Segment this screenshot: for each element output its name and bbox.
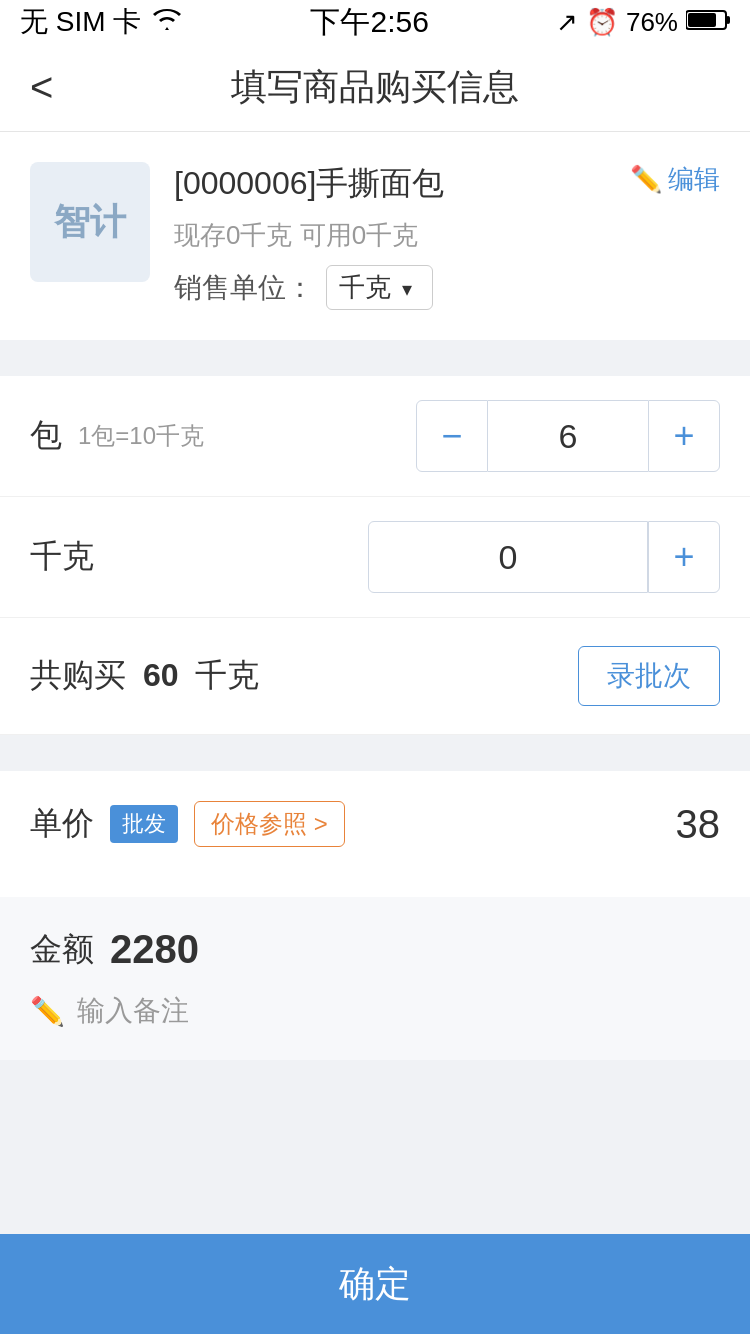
- battery-icon: [686, 7, 730, 38]
- price-row: 单价 批发 价格参照 > 38: [30, 801, 720, 847]
- divider-1: [0, 360, 750, 376]
- package-label: 包 1包=10千克: [30, 414, 204, 458]
- pencil-icon: ✏️: [30, 995, 65, 1028]
- battery-text: 76%: [626, 7, 678, 38]
- wifi-icon: [151, 6, 183, 38]
- status-bar: 无 SIM 卡 下午2:56 ↗ ⏰ 76%: [0, 0, 750, 44]
- product-thumb-logo: 智计: [54, 198, 126, 247]
- product-unit-row: 销售单位： 千克 ▾: [174, 265, 606, 310]
- kg-plus-button[interactable]: +: [648, 521, 720, 593]
- product-card: 智计 [0000006]手撕面包 现存0千克 可用0千克 销售单位： 千克 ▾ …: [0, 132, 750, 340]
- package-qty-input[interactable]: [488, 400, 648, 472]
- price-label: 单价: [30, 802, 94, 846]
- price-left: 单价 批发 价格参照 >: [30, 801, 345, 847]
- edit-button[interactable]: ✏️ 编辑: [630, 162, 720, 197]
- carrier-text: 无 SIM 卡: [20, 3, 141, 41]
- package-qty-row: 包 1包=10千克 − +: [0, 376, 750, 497]
- product-info: [0000006]手撕面包 现存0千克 可用0千克 销售单位： 千克 ▾: [174, 162, 606, 310]
- nav-bar: < 填写商品购买信息: [0, 44, 750, 132]
- location-icon: ↗: [556, 7, 578, 38]
- divider-2: [0, 735, 750, 751]
- total-row: 共购买 60 千克 录批次: [0, 618, 750, 735]
- amount-section: 金额 2280 ✏️ 输入备注: [0, 897, 750, 1060]
- amount-row: 金额 2280: [30, 927, 720, 972]
- unit-dropdown[interactable]: 千克 ▾: [326, 265, 433, 310]
- kg-qty-controls: +: [368, 521, 720, 593]
- remark-label: 输入备注: [77, 992, 189, 1030]
- product-name: [0000006]手撕面包: [174, 162, 606, 206]
- product-thumbnail: 智计: [30, 162, 150, 282]
- package-minus-button[interactable]: −: [416, 400, 488, 472]
- package-qty-controls: − +: [416, 400, 720, 472]
- package-plus-button[interactable]: +: [648, 400, 720, 472]
- kg-qty-row: 千克 +: [0, 497, 750, 618]
- remark-row[interactable]: ✏️ 输入备注: [30, 992, 720, 1030]
- status-time: 下午2:56: [310, 2, 428, 43]
- confirm-button[interactable]: 确定: [0, 1234, 750, 1334]
- svg-rect-2: [688, 13, 716, 27]
- price-value: 38: [676, 802, 721, 847]
- kg-qty-input[interactable]: [368, 521, 648, 593]
- price-tag: 批发: [110, 805, 178, 843]
- svg-rect-1: [726, 16, 730, 24]
- bottom-spacer: [0, 1060, 750, 1160]
- page-title: 填写商品购买信息: [231, 63, 519, 112]
- total-text: 共购买 60 千克: [30, 654, 259, 698]
- package-sublabel: 1包=10千克: [78, 420, 204, 452]
- total-amount: 60: [143, 657, 179, 693]
- status-icons: ↗ ⏰ 76%: [556, 7, 730, 38]
- edit-icon: ✏️: [630, 164, 662, 195]
- product-stock: 现存0千克 可用0千克: [174, 218, 606, 253]
- alarm-icon: ⏰: [586, 7, 618, 38]
- back-button[interactable]: <: [30, 65, 53, 110]
- unit-label: 销售单位：: [174, 269, 314, 307]
- status-carrier: 无 SIM 卡: [20, 3, 183, 41]
- dropdown-arrow-icon: ▾: [402, 278, 412, 300]
- amount-label: 金额: [30, 928, 94, 972]
- price-section: 单价 批发 价格参照 > 38: [0, 771, 750, 897]
- batch-button[interactable]: 录批次: [578, 646, 720, 706]
- amount-value: 2280: [110, 927, 199, 972]
- price-ref-button[interactable]: 价格参照 >: [194, 801, 345, 847]
- kg-label: 千克: [30, 535, 94, 579]
